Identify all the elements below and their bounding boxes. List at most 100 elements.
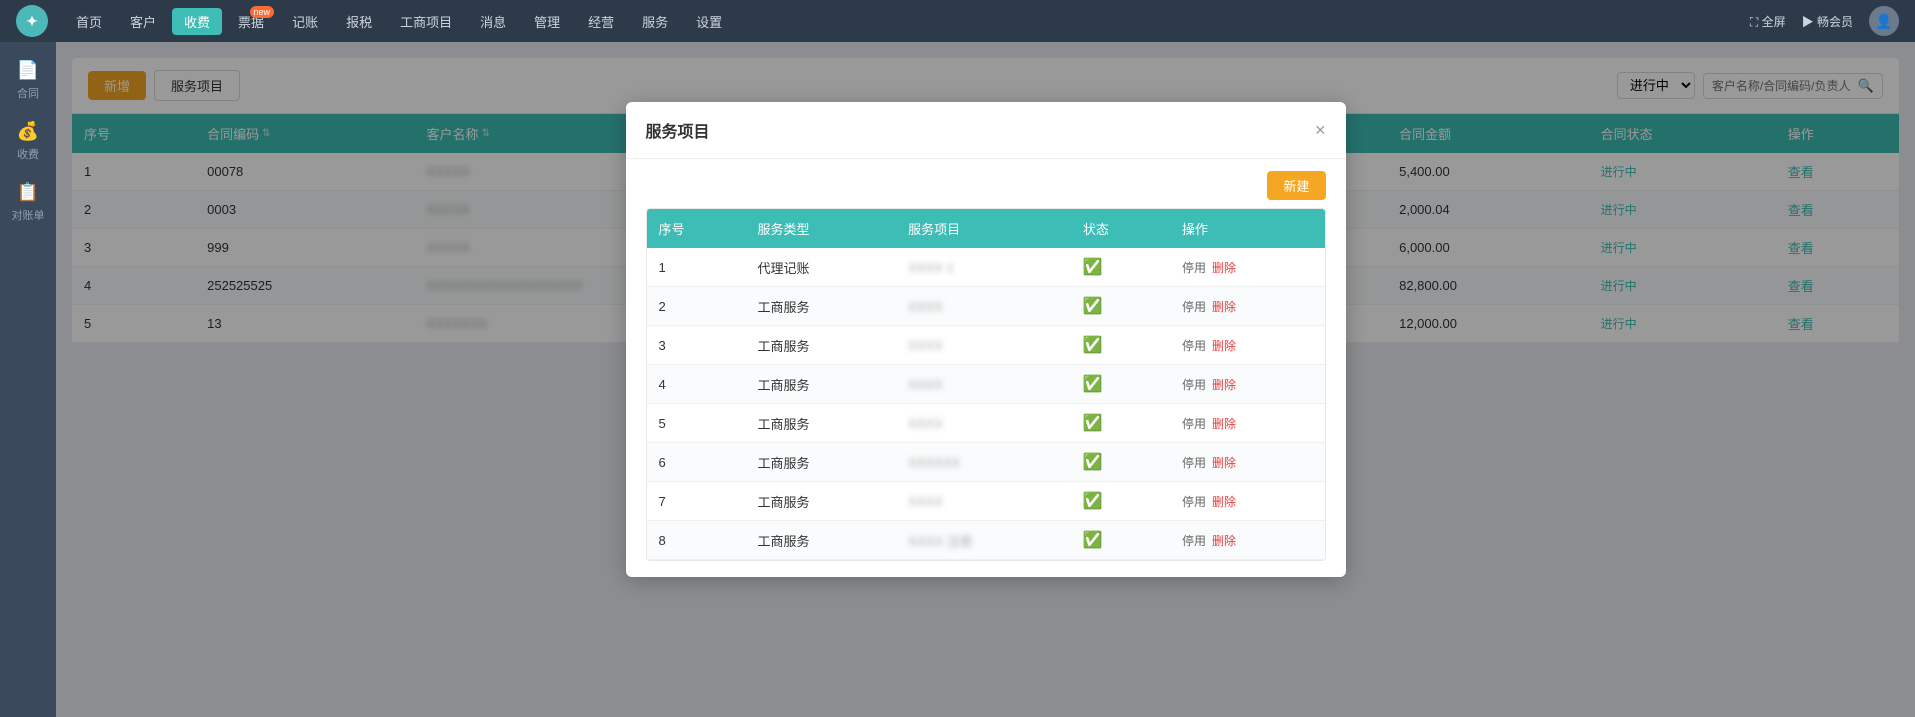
nav-items: 首页客户收费票据new记账报税工商项目消息管理经营服务设置 <box>64 8 1750 35</box>
nav-item-管理[interactable]: 管理 <box>522 8 572 35</box>
sidebar-item-收费[interactable]: 💰 收费 <box>0 111 56 172</box>
nav-item-首页[interactable]: 首页 <box>64 8 114 35</box>
sidebar-label: 收费 <box>17 146 39 162</box>
delete-button[interactable]: 删除 <box>1212 300 1236 314</box>
blurred-service-item: XXXX 注册 <box>908 534 972 549</box>
list-item: 7工商服务XXXX ✅ 停用删除 <box>647 482 1325 521</box>
list-item: 5工商服务 XXXX ✅ 停用删除 <box>647 404 1325 443</box>
check-icon: ✅ <box>1083 415 1103 432</box>
delete-button[interactable]: 删除 <box>1212 378 1236 392</box>
check-icon: ✅ <box>1083 454 1103 471</box>
stop-button[interactable]: 停用 <box>1182 417 1206 431</box>
service-type: 工商服务 <box>746 287 897 326</box>
service-seq: 2 <box>647 287 746 326</box>
nav-item-设置[interactable]: 设置 <box>684 8 734 35</box>
stop-button[interactable]: 停用 <box>1182 495 1206 509</box>
nav-item-服务[interactable]: 服务 <box>630 8 680 35</box>
service-seq: 3 <box>647 326 746 365</box>
stop-button[interactable]: 停用 <box>1182 300 1206 314</box>
nav-item-记账[interactable]: 记账 <box>280 8 330 35</box>
nav-item-经营[interactable]: 经营 <box>576 8 626 35</box>
sidebar-icon: 💰 <box>17 121 39 142</box>
check-icon: ✅ <box>1083 376 1103 393</box>
delete-button[interactable]: 删除 <box>1212 495 1236 509</box>
service-type: 代理记账 <box>746 248 897 287</box>
top-navbar: ✦ 首页客户收费票据new记账报税工商项目消息管理经营服务设置 ⛶ 全屏 ▶ 畅… <box>0 0 1915 42</box>
sidebar-label: 合同 <box>17 85 39 101</box>
service-col-序号: 序号 <box>647 209 746 248</box>
service-type: 工商服务 <box>746 404 897 443</box>
list-item: 3工商服务XXXX✅停用删除 <box>647 326 1325 365</box>
service-action: 停用删除 <box>1170 248 1325 287</box>
user-avatar[interactable]: 👤 <box>1869 6 1899 36</box>
delete-button[interactable]: 删除 <box>1212 339 1236 353</box>
modal-header: 服务项目 × <box>626 102 1346 159</box>
modal-overlay: 服务项目 × 新建 序号服务类型服务项目状态操作 1代理记账XXXX 1✅停用删… <box>56 42 1915 717</box>
stop-button[interactable]: 停用 <box>1182 339 1206 353</box>
fullscreen-btn[interactable]: ⛶ 全屏 <box>1750 13 1786 30</box>
service-col-服务项目: 服务项目 <box>896 209 1071 248</box>
service-status: ✅ <box>1071 482 1170 521</box>
stop-button[interactable]: 停用 <box>1182 456 1206 470</box>
service-item-name: XXXX 1 <box>896 248 1071 287</box>
left-sidebar: 📄合同 💰 收费 📋对账单 <box>0 42 56 717</box>
delete-button[interactable]: 删除 <box>1212 534 1236 548</box>
service-action: 停用删除 <box>1170 443 1325 482</box>
service-action: 停用删除 <box>1170 326 1325 365</box>
list-item: 6工商服务XXXXXX✅停用删除 <box>647 443 1325 482</box>
modal-body: 序号服务类型服务项目状态操作 1代理记账XXXX 1✅停用删除2工商服务XXXX… <box>626 208 1346 577</box>
sidebar-item-对账单[interactable]: 📋对账单 <box>0 172 56 233</box>
check-icon: ✅ <box>1083 259 1103 276</box>
modal-close-button[interactable]: × <box>1315 121 1326 139</box>
service-item-name: XXXX <box>896 365 1071 404</box>
service-item-name: XXXX <box>896 482 1071 521</box>
service-type: 工商服务 <box>746 482 897 521</box>
service-col-状态: 状态 <box>1071 209 1170 248</box>
service-action: 停用删除 <box>1170 521 1325 560</box>
delete-button[interactable]: 删除 <box>1212 417 1236 431</box>
blurred-service-item: XXXX <box>908 299 943 314</box>
service-item-name: XXXXXX <box>896 443 1071 482</box>
service-seq: 7 <box>647 482 746 521</box>
blurred-service-item: XXXX <box>908 377 943 392</box>
nav-item-收费[interactable]: 收费 <box>172 8 222 35</box>
service-item-name: XXXX 注册 <box>896 521 1071 560</box>
service-col-服务类型: 服务类型 <box>746 209 897 248</box>
stop-button[interactable]: 停用 <box>1182 261 1206 275</box>
nav-item-工商项目[interactable]: 工商项目 <box>388 8 464 35</box>
service-seq: 1 <box>647 248 746 287</box>
modal-new-button[interactable]: 新建 <box>1267 171 1325 200</box>
list-item: 1代理记账XXXX 1 ✅ 停用删除 <box>647 248 1325 287</box>
service-seq: 8 <box>647 521 746 560</box>
nav-item-票据[interactable]: 票据new <box>226 8 276 35</box>
service-modal: 服务项目 × 新建 序号服务类型服务项目状态操作 1代理记账XXXX 1✅停用删… <box>626 102 1346 577</box>
nav-right: ⛶ 全屏 ▶ 畅会员 👤 <box>1750 6 1899 36</box>
check-icon: ✅ <box>1083 493 1103 510</box>
service-seq: 5 <box>647 404 746 443</box>
nav-item-报税[interactable]: 报税 <box>334 8 384 35</box>
nav-item-消息[interactable]: 消息 <box>468 8 518 35</box>
service-table-wrapper: 序号服务类型服务项目状态操作 1代理记账XXXX 1✅停用删除2工商服务XXXX… <box>646 208 1326 561</box>
sidebar-item-合同[interactable]: 📄合同 <box>0 50 56 111</box>
vip-btn[interactable]: ▶ 畅会员 <box>1802 13 1853 30</box>
list-item: 4工商服务XXXX✅停用删除 <box>647 365 1325 404</box>
service-type: 工商服务 <box>746 365 897 404</box>
service-action: 停用删除 <box>1170 365 1325 404</box>
service-status: ✅ <box>1071 326 1170 365</box>
list-item: 2工商服务XXXX✅停用删除 <box>647 287 1325 326</box>
service-status: ✅ <box>1071 404 1170 443</box>
service-item-name: XXXX <box>896 404 1071 443</box>
delete-button[interactable]: 删除 <box>1212 261 1236 275</box>
modal-title: 服务项目 <box>646 118 710 142</box>
nav-item-客户[interactable]: 客户 <box>118 8 168 35</box>
blurred-service-item: XXXX <box>908 416 943 431</box>
stop-button[interactable]: 停用 <box>1182 534 1206 548</box>
stop-button[interactable]: 停用 <box>1182 378 1206 392</box>
service-type: 工商服务 <box>746 521 897 560</box>
service-action: 停用删除 <box>1170 482 1325 521</box>
service-action: 停用删除 <box>1170 287 1325 326</box>
service-col-操作: 操作 <box>1170 209 1325 248</box>
blurred-service-item: XXXX <box>908 338 943 353</box>
modal-toolbar: 新建 <box>626 159 1346 208</box>
delete-button[interactable]: 删除 <box>1212 456 1236 470</box>
